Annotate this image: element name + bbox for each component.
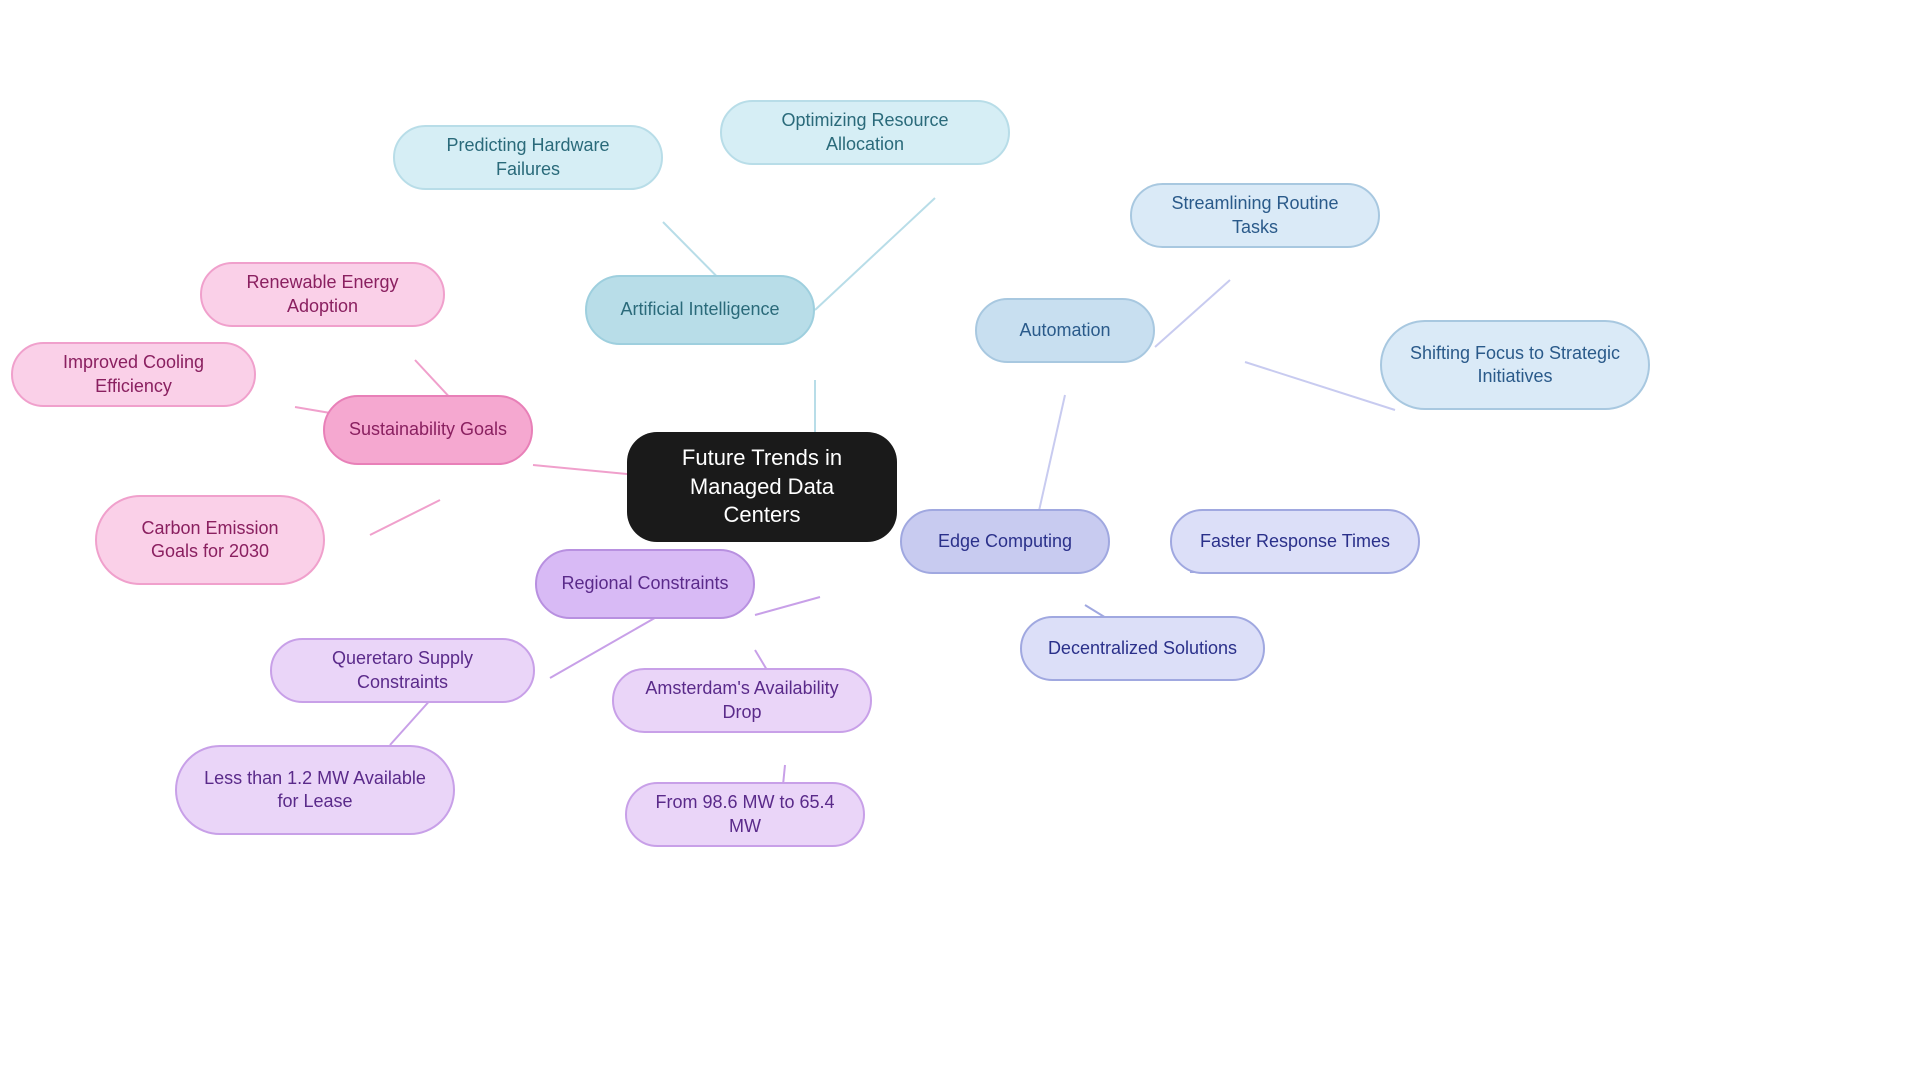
optimizing-resource-node: Optimizing Resource Allocation	[720, 100, 1010, 165]
automation-node: Automation	[975, 298, 1155, 363]
shifting-focus-node: Shifting Focus to Strategic Initiatives	[1380, 320, 1650, 410]
renewable-energy-node: Renewable Energy Adoption	[200, 262, 445, 327]
amsterdam-node: Amsterdam's Availability Drop	[612, 668, 872, 733]
carbon-emission-node: Carbon Emission Goals for 2030	[95, 495, 325, 585]
from-98mw-node: From 98.6 MW to 65.4 MW	[625, 782, 865, 847]
queretaro-node: Queretaro Supply Constraints	[270, 638, 535, 703]
predicting-hardware-node: Predicting Hardware Failures	[393, 125, 663, 190]
ai-node: Artificial Intelligence	[585, 275, 815, 345]
edge-computing-node: Edge Computing	[900, 509, 1110, 574]
less-than-mw-node: Less than 1.2 MW Available for Lease	[175, 745, 455, 835]
regional-constraints-node: Regional Constraints	[535, 549, 755, 619]
decentralized-node: Decentralized Solutions	[1020, 616, 1265, 681]
center-node: Future Trends in Managed Data Centers	[627, 432, 897, 542]
improved-cooling-node: Improved Cooling Efficiency	[11, 342, 256, 407]
faster-response-node: Faster Response Times	[1170, 509, 1420, 574]
sustainability-node: Sustainability Goals	[323, 395, 533, 465]
streamlining-node: Streamlining Routine Tasks	[1130, 183, 1380, 248]
